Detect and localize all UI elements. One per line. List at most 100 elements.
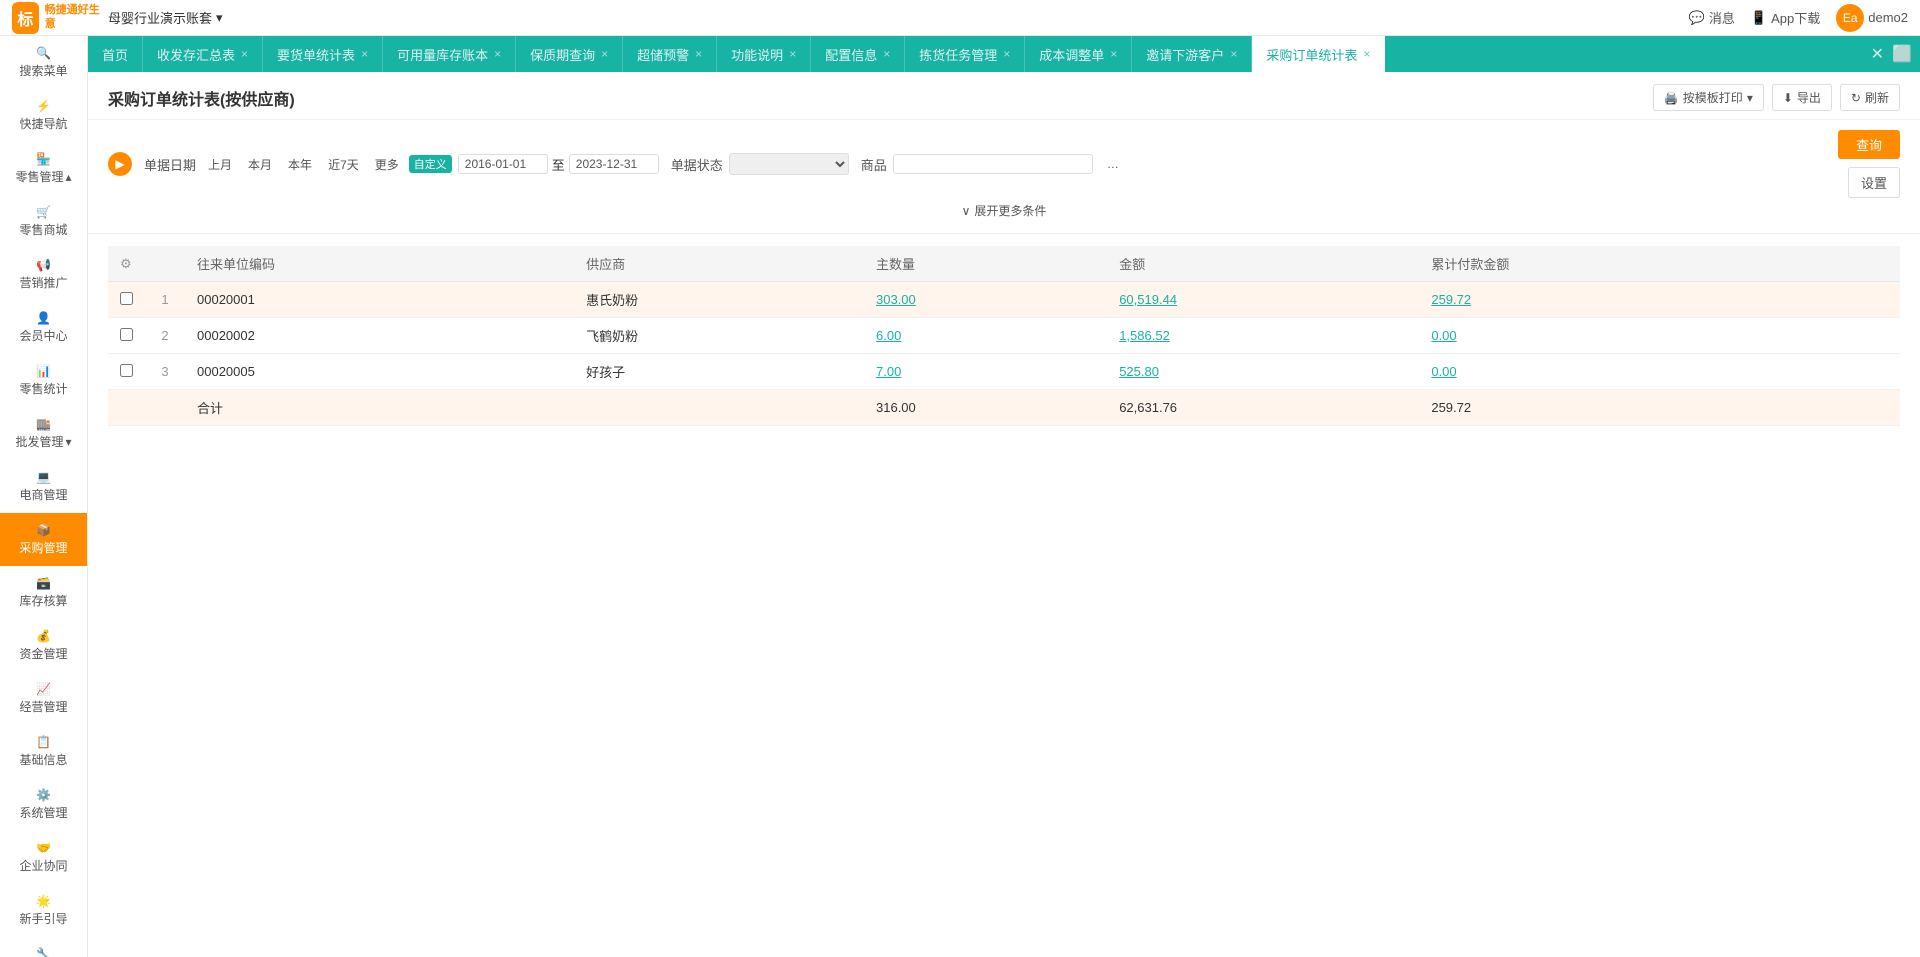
cell-main-qty[interactable]: 7.00 (864, 354, 1107, 390)
tab-usable-inventory-close[interactable]: × (494, 47, 501, 61)
sidebar-item-retail[interactable]: 🏪 零售管理 ▴ (0, 142, 87, 195)
tab-pickup-task[interactable]: 拣货任务管理 × (905, 36, 1025, 72)
filter-toggle-button[interactable]: ▶ (108, 152, 132, 176)
sidebar-label-member: 会员中心 (19, 327, 67, 344)
col-settings-icon[interactable]: ⚙ (120, 256, 132, 271)
cell-checkbox[interactable] (108, 354, 145, 390)
tab-invite-downstream-label: 邀请下游客户 (1146, 45, 1224, 64)
query-button[interactable]: 查询 (1838, 130, 1900, 159)
tab-function-desc[interactable]: 功能说明 × (717, 36, 811, 72)
cell-paid-amount[interactable]: 0.00 (1419, 354, 1808, 390)
status-select[interactable] (729, 153, 849, 175)
sidebar-label-retail-shop: 零售商城 (19, 221, 67, 238)
cell-main-qty[interactable]: 6.00 (864, 318, 1107, 354)
content-area: 首页 收发存汇总表 × 要货单统计表 × 可用量库存账本 × 保质期查询 × (88, 36, 1920, 957)
cell-amount[interactable]: 1,586.52 (1107, 318, 1419, 354)
sidebar-item-newbie[interactable]: 🌟 新手引导 (0, 884, 87, 937)
sidebar-item-search[interactable]: 🔍 搜索菜单 (0, 36, 87, 89)
shortcut-7days[interactable]: 近7天 (322, 154, 365, 175)
date-to-input[interactable] (569, 154, 659, 174)
tab-expand-button[interactable]: ⬜ (1892, 44, 1912, 64)
sidebar-item-shortcut[interactable]: ⚡ 快捷导航 (0, 89, 87, 142)
message-button[interactable]: 💬 消息 (1689, 8, 1735, 27)
tab-bar-end: ✕ ⬜ (1863, 44, 1920, 64)
col-supplier: 供应商 (574, 246, 864, 282)
tab-goods-stat[interactable]: 要货单统计表 × (263, 36, 383, 72)
sidebar-item-base-info[interactable]: 📋 基础信息 (0, 725, 87, 778)
sidebar-item-wholesale[interactable]: 🏬 批发管理 ▾ (0, 407, 87, 460)
workspace-selector[interactable]: 母婴行业演示账套 ▾ (108, 8, 223, 27)
sidebar-item-inventory[interactable]: 🗃️ 库存核算 (0, 566, 87, 619)
tab-collect-send[interactable]: 收发存汇总表 × (143, 36, 263, 72)
tab-cost-adjust-close[interactable]: × (1110, 47, 1117, 61)
sidebar-item-purchase[interactable]: 📦 采购管理 (0, 513, 87, 566)
cell-amount[interactable]: 525.80 (1107, 354, 1419, 390)
tab-home[interactable]: 首页 (88, 36, 143, 72)
sidebar-item-app-center[interactable]: 🔧 应用中心 (0, 937, 87, 957)
sidebar-item-ecommerce[interactable]: 💻 电商管理 (0, 460, 87, 513)
tab-purchase-order-stat-close[interactable]: × (1363, 47, 1370, 61)
tab-close-all-button[interactable]: ✕ (1871, 44, 1884, 64)
goods-more-button[interactable]: … (1099, 155, 1127, 173)
user-area[interactable]: Ea demo2 (1836, 4, 1908, 32)
footer-paid-amount: 259.72 (1419, 390, 1808, 426)
tab-pickup-task-close[interactable]: × (1003, 47, 1010, 61)
expand-label: 展开更多条件 (974, 202, 1046, 219)
sidebar-item-finance[interactable]: 💰 资金管理 (0, 619, 87, 672)
cell-unit-code: 00020001 (185, 282, 574, 318)
tab-cost-adjust[interactable]: 成本调整单 × (1025, 36, 1132, 72)
workspace-dropdown-icon: ▾ (216, 10, 223, 26)
shortcut-this-month[interactable]: 本月 (242, 154, 278, 175)
expand-conditions-button[interactable]: ∨ 展开更多条件 (962, 202, 1047, 219)
table-row[interactable]: 3 00020005 好孩子 7.00 525.80 0.00 (108, 354, 1900, 390)
sidebar-item-retail-stat[interactable]: 📊 零售统计 (0, 354, 87, 407)
shortcut-more[interactable]: 更多 (369, 154, 405, 175)
shortcut-last-month[interactable]: 上月 (202, 154, 238, 175)
tab-config-info-close[interactable]: × (883, 47, 890, 61)
footer-main-qty: 316.00 (864, 390, 1107, 426)
tab-invite-downstream[interactable]: 邀请下游客户 × (1132, 36, 1252, 72)
tab-collect-send-close[interactable]: × (241, 47, 248, 61)
tab-usable-inventory[interactable]: 可用量库存账本 × (383, 36, 516, 72)
cell-main-qty[interactable]: 303.00 (864, 282, 1107, 318)
goods-input[interactable] (893, 154, 1093, 174)
cell-paid-amount[interactable]: 259.72 (1419, 282, 1808, 318)
message-icon: 💬 (1689, 10, 1705, 26)
date-from-input[interactable] (458, 154, 548, 174)
tab-config-info[interactable]: 配置信息 × (811, 36, 905, 72)
row-checkbox[interactable] (120, 364, 133, 377)
settings-button[interactable]: 设置 (1848, 167, 1900, 198)
row-checkbox[interactable] (120, 292, 133, 305)
tab-purchase-order-stat[interactable]: 采购订单统计表 × (1252, 36, 1385, 72)
tab-expiry-query[interactable]: 保质期查询 × (516, 36, 623, 72)
print-button[interactable]: 🖨️ 按模板打印 ▾ (1653, 84, 1764, 111)
table-row[interactable]: 1 00020001 惠氏奶粉 303.00 60,519.44 259.72 (108, 282, 1900, 318)
sidebar-item-member[interactable]: 👤 会员中心 (0, 301, 87, 354)
finance-icon: 💰 (36, 629, 51, 643)
sidebar-item-operations[interactable]: 📈 经营管理 (0, 672, 87, 725)
tab-invite-downstream-close[interactable]: × (1230, 47, 1237, 61)
tab-goods-stat-close[interactable]: × (361, 47, 368, 61)
export-button[interactable]: ⬇ 导出 (1772, 84, 1832, 111)
cell-checkbox[interactable] (108, 318, 145, 354)
shortcut-this-year[interactable]: 本年 (282, 154, 318, 175)
cell-checkbox[interactable] (108, 282, 145, 318)
refresh-button[interactable]: ↻ 刷新 (1840, 84, 1900, 111)
app-download-button[interactable]: 📱 App下载 (1751, 8, 1820, 27)
sidebar-item-marketing[interactable]: 📢 营销推广 (0, 248, 87, 301)
sidebar-item-retail-shop[interactable]: 🛒 零售商城 (0, 195, 87, 248)
tab-expiry-query-close[interactable]: × (601, 47, 608, 61)
cell-paid-amount[interactable]: 0.00 (1419, 318, 1808, 354)
table-footer-row: 合计 316.00 62,631.76 259.72 (108, 390, 1900, 426)
table-row[interactable]: 2 00020002 飞鹤奶粉 6.00 1,586.52 0.00 (108, 318, 1900, 354)
shortcut-icon: ⚡ (36, 99, 51, 113)
tab-overstock-warning-close[interactable]: × (695, 47, 702, 61)
cell-amount[interactable]: 60,519.44 (1107, 282, 1419, 318)
sidebar-item-enterprise[interactable]: 🤝 企业协同 (0, 831, 87, 884)
logo-text: 畅捷通好生意 (45, 4, 100, 30)
tab-overstock-warning[interactable]: 超储预警 × (623, 36, 717, 72)
tab-function-desc-close[interactable]: × (789, 47, 796, 61)
top-bar: 标 畅捷通好生意 母婴行业演示账套 ▾ 💬 消息 📱 App下载 Ea demo… (0, 0, 1920, 36)
sidebar-item-system[interactable]: ⚙️ 系统管理 (0, 778, 87, 831)
row-checkbox[interactable] (120, 328, 133, 341)
